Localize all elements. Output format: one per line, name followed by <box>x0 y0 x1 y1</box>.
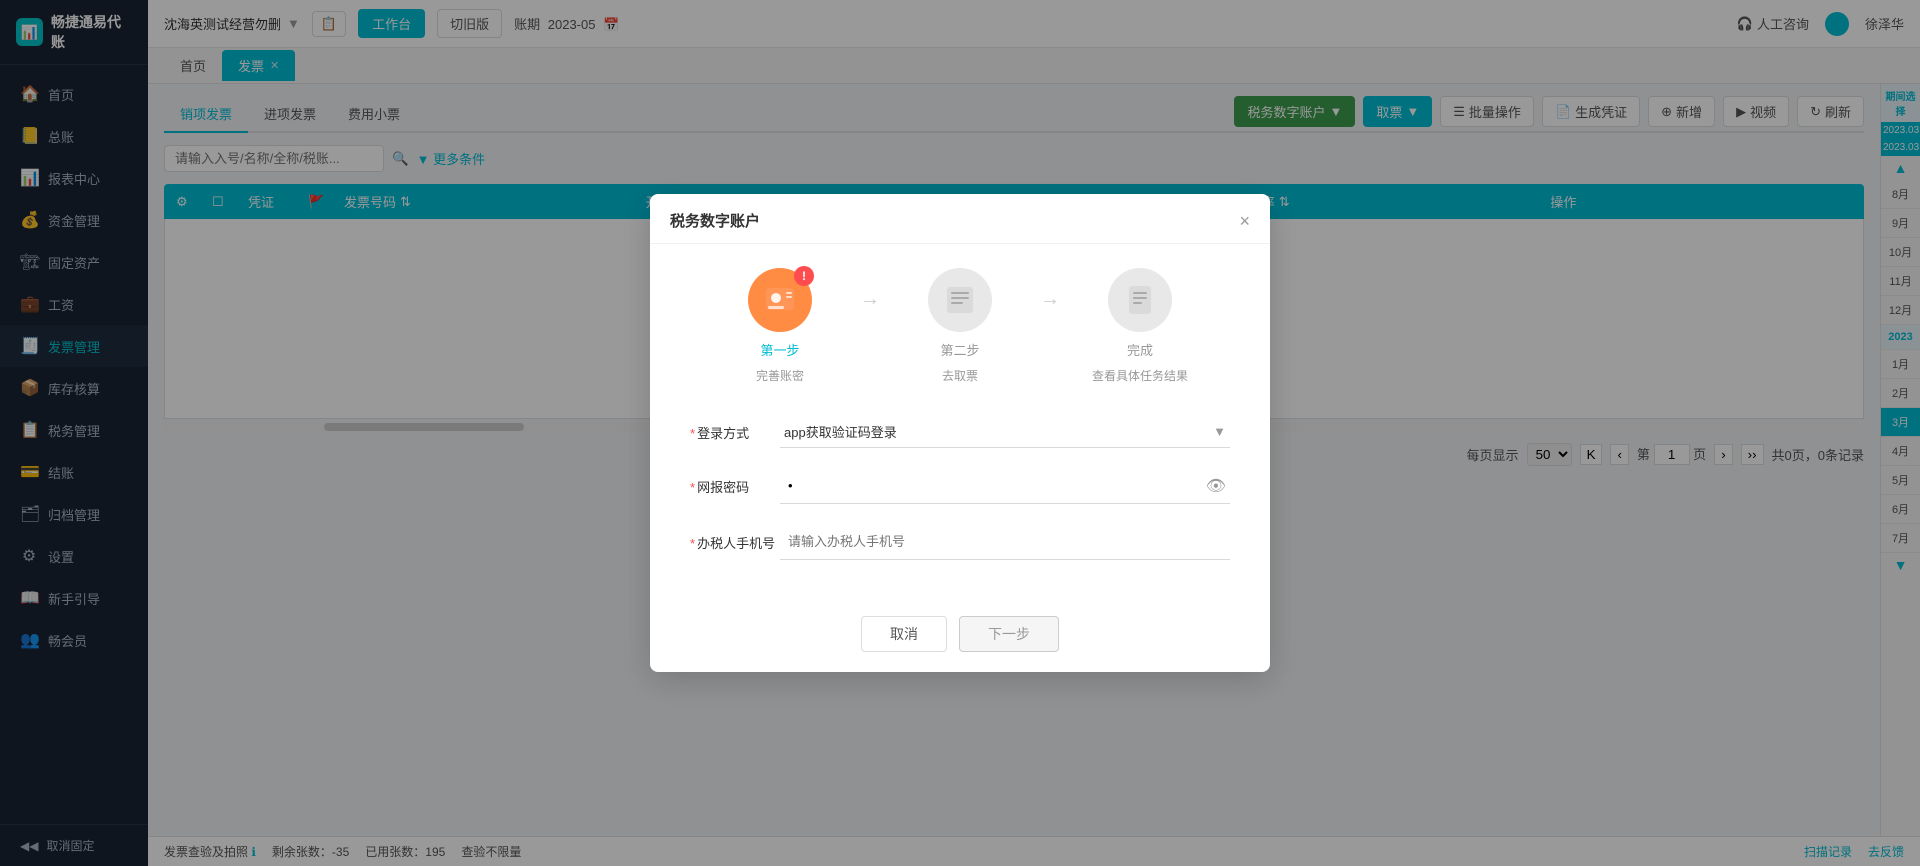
dialog-title: 税务数字账户 <box>670 210 760 231</box>
dialog-header: 税务数字账户 × <box>650 194 1270 244</box>
password-toggle-icon[interactable]: 👁 <box>1206 476 1226 496</box>
tax-digital-dialog: 税务数字账户 × <box>650 194 1270 672</box>
step-3-desc: 查看具体任务结果 <box>1092 367 1188 384</box>
dialog-footer: 取消 下一步 <box>650 604 1270 672</box>
next-button[interactable]: 下一步 <box>959 616 1059 652</box>
step-3-icon-wrap <box>1108 268 1172 332</box>
step-3-label: 完成 <box>1127 340 1153 359</box>
password-label: 网报密码 <box>690 477 780 496</box>
select-arrow-icon: ▼ <box>1213 424 1226 439</box>
step-1-label: 第一步 <box>760 340 799 359</box>
password-field-wrap: 👁 <box>780 468 1230 504</box>
step-1: ! 第一步 完善账密 <box>700 268 860 384</box>
dialog-body: ! 第一步 完善账密 → <box>650 244 1270 604</box>
arrow-2: → <box>1040 268 1060 311</box>
form-row-password: 网报密码 👁 <box>690 468 1230 504</box>
phone-input[interactable] <box>784 528 1226 555</box>
login-method-label: 登录方式 <box>690 423 780 442</box>
step-2: 第二步 去取票 <box>880 268 1040 384</box>
step-2-desc: 去取票 <box>942 367 978 384</box>
dialog-close-btn[interactable]: × <box>1239 212 1250 230</box>
cancel-button[interactable]: 取消 <box>861 616 947 652</box>
form-row-login-method: 登录方式 app获取验证码登录 ▼ <box>690 416 1230 448</box>
step-1-desc: 完善账密 <box>756 367 804 384</box>
step-2-label: 第二步 <box>940 340 979 359</box>
password-input[interactable] <box>784 472 1206 499</box>
arrow-1: → <box>860 268 880 311</box>
step-1-icon-wrap: ! <box>748 268 812 332</box>
step-2-icon <box>928 268 992 332</box>
step-1-badge: ! <box>794 266 814 286</box>
step-3: 完成 查看具体任务结果 <box>1060 268 1220 384</box>
form-row-phone: 办税人手机号 <box>690 524 1230 560</box>
form: 登录方式 app获取验证码登录 ▼ 网报密码 👁 办税人手机 <box>690 416 1230 560</box>
steps: ! 第一步 完善账密 → <box>690 268 1230 384</box>
login-method-select[interactable]: app获取验证码登录 ▼ <box>780 416 1230 448</box>
phone-label: 办税人手机号 <box>690 533 780 552</box>
step-2-icon-wrap <box>928 268 992 332</box>
phone-field-wrap <box>780 524 1230 560</box>
dialog-overlay[interactable]: 税务数字账户 × <box>0 0 1920 866</box>
step-3-icon <box>1108 268 1172 332</box>
